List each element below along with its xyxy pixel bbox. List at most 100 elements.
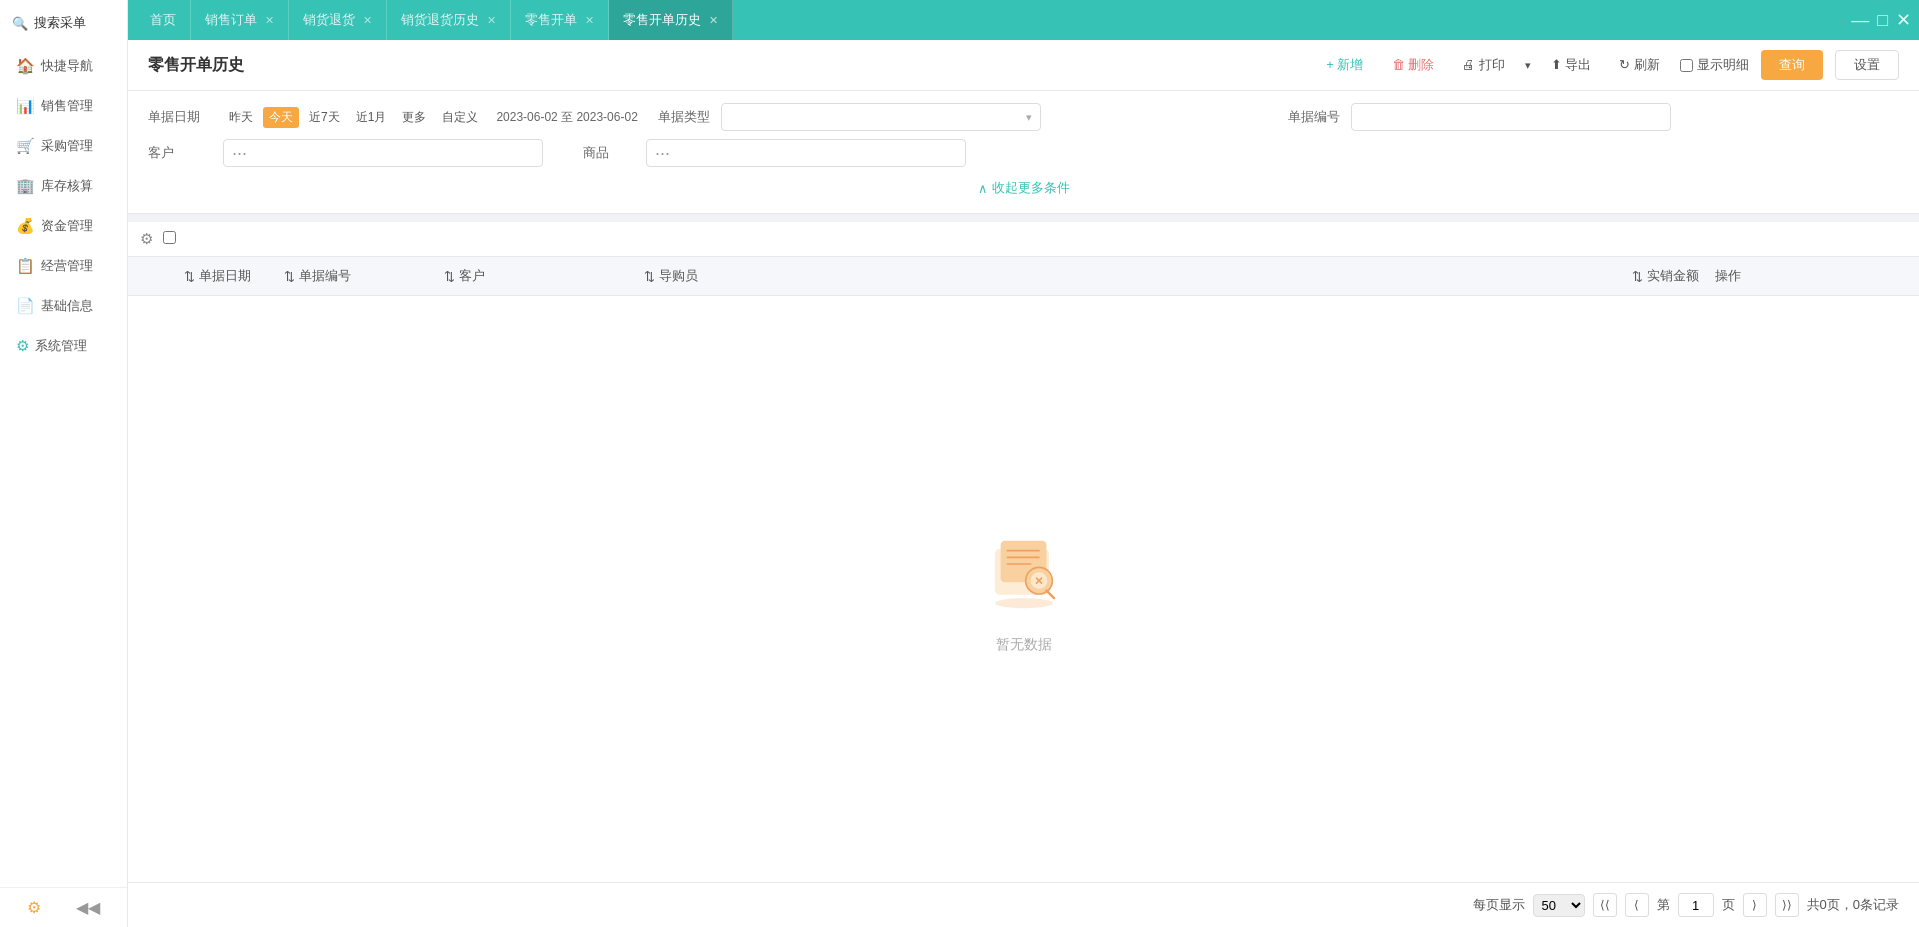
first-page-btn[interactable]: ⟨⟨ (1593, 893, 1617, 917)
collapse-filter-btn[interactable]: ∧ 收起更多条件 (148, 175, 1899, 201)
total-label: 共0页，0条记录 (1807, 896, 1899, 914)
page-label: 第 (1657, 896, 1670, 914)
date-btn-last7[interactable]: 近7天 (303, 107, 346, 128)
operations-icon: 📋 (16, 257, 35, 275)
th-amount[interactable]: ⇅ 实销金额 (796, 257, 1707, 295)
table-header: ⇅ 单据日期 ⇅ 单据编号 ⇅ 客户 ⇅ 导购员 ⇅ 实销金额 (128, 257, 1919, 296)
customer-filter-label: 客户 (148, 144, 203, 162)
tab-retail-open[interactable]: 零售开单 ✕ (511, 0, 609, 40)
empty-text: 暂无数据 (996, 636, 1052, 654)
show-detail-checkbox-label[interactable]: 显示明细 (1680, 56, 1749, 74)
tab-sales-return-close[interactable]: ✕ (363, 14, 372, 27)
sidebar-item-label: 资金管理 (41, 217, 93, 235)
sidebar-search[interactable]: 🔍 搜索采单 (0, 0, 127, 46)
show-detail-checkbox[interactable] (1680, 59, 1693, 72)
checkbox-all[interactable] (163, 230, 176, 248)
last-page-btn[interactable]: ⟩⟩ (1775, 893, 1799, 917)
table-area: ⚙ ⇅ 单据日期 ⇅ 单据编号 ⇅ 客户 (128, 222, 1919, 927)
maximize-button[interactable]: □ (1877, 10, 1888, 31)
sidebar-item-basic-info[interactable]: 📄 基础信息 (4, 287, 123, 325)
tab-retail-open-label: 零售开单 (525, 11, 577, 29)
th-checkbox (140, 257, 176, 295)
settings-bottom-icon[interactable]: ⚙ (27, 898, 41, 917)
per-page-select[interactable]: 50 10 20 100 (1533, 894, 1585, 917)
date-btn-yesterday[interactable]: 昨天 (223, 107, 259, 128)
th-salesperson[interactable]: ⇅ 导购员 (636, 257, 796, 295)
collapse-sidebar-icon[interactable]: ◀◀ (76, 898, 100, 917)
sidebar-item-operations[interactable]: 📋 经营管理 (4, 247, 123, 285)
sort-date-icon: ⇅ (184, 269, 195, 284)
sidebar-item-inventory[interactable]: 🏢 库存核算 (4, 167, 123, 205)
main-content: 首页 销售订单 ✕ 销货退货 ✕ 销货退货历史 ✕ 零售开单 ✕ 零售开单历史 … (128, 0, 1919, 927)
th-date[interactable]: ⇅ 单据日期 (176, 257, 276, 295)
sort-amount-icon: ⇅ (1632, 269, 1643, 284)
empty-state: 暂无数据 (974, 524, 1074, 654)
close-button[interactable]: ✕ (1896, 9, 1911, 31)
sidebar-item-quick-nav[interactable]: 🏠 快捷导航 (4, 47, 123, 85)
setting-button[interactable]: 设置 (1835, 50, 1899, 80)
date-range-display: 2023-06-02 至 2023-06-02 (496, 109, 637, 126)
tab-home[interactable]: 首页 (136, 0, 191, 40)
sidebar-item-system[interactable]: ⚙ 系统管理 (4, 327, 123, 365)
sales-icon: 📊 (16, 97, 35, 115)
pagination: 每页显示 50 10 20 100 ⟨⟨ ⟨ 第 页 ⟩ ⟩⟩ 共0页，0条记录 (128, 882, 1919, 927)
filter-row-1: 单据日期 昨天 今天 近7天 近1月 更多 自定义 2023-06-02 至 2… (148, 103, 1899, 131)
date-btn-today[interactable]: 今天 (263, 107, 299, 128)
collapse-filter-label: 收起更多条件 (992, 179, 1070, 197)
tab-sales-order[interactable]: 销售订单 ✕ (191, 0, 289, 40)
date-btn-custom[interactable]: 自定义 (436, 107, 484, 128)
tab-sales-order-close[interactable]: ✕ (265, 14, 274, 27)
sidebar: 🔍 搜索采单 🏠 快捷导航 📊 销售管理 🛒 采购管理 🏢 库存核算 💰 资金管… (0, 0, 128, 927)
filter-row-2: 客户 ··· 商品 ··· (148, 139, 1899, 167)
select-all-checkbox[interactable] (163, 231, 176, 244)
filter-area: 单据日期 昨天 今天 近7天 近1月 更多 自定义 2023-06-02 至 2… (128, 91, 1919, 214)
sidebar-bottom: ⚙ ◀◀ (0, 887, 127, 927)
query-button[interactable]: 查询 (1761, 50, 1823, 80)
empty-illustration (974, 524, 1074, 624)
add-button[interactable]: + 新增 (1318, 52, 1371, 78)
tab-retail-history-close[interactable]: ✕ (709, 14, 718, 27)
tab-sales-return-history[interactable]: 销货退货历史 ✕ (387, 0, 511, 40)
date-btn-more[interactable]: 更多 (396, 107, 432, 128)
date-btn-last1month[interactable]: 近1月 (350, 107, 393, 128)
delete-button[interactable]: 🗑 删除 (1384, 52, 1443, 78)
sort-number-icon: ⇅ (284, 269, 295, 284)
th-number[interactable]: ⇅ 单据编号 (276, 257, 436, 295)
sidebar-item-sales-mgmt[interactable]: 📊 销售管理 (4, 87, 123, 125)
tab-sales-return-label: 销货退货 (303, 11, 355, 29)
sidebar-item-label: 系统管理 (35, 337, 87, 355)
page-input[interactable] (1678, 893, 1714, 917)
sidebar-item-label: 采购管理 (41, 137, 93, 155)
sidebar-item-finance[interactable]: 💰 资金管理 (4, 207, 123, 245)
export-button[interactable]: ⬆ 导出 (1543, 52, 1600, 78)
basic-info-icon: 📄 (16, 297, 35, 315)
tab-retail-history[interactable]: 零售开单历史 ✕ (609, 0, 733, 40)
tab-retail-open-close[interactable]: ✕ (585, 14, 594, 27)
sidebar-item-label: 快捷导航 (41, 57, 93, 75)
refresh-button[interactable]: ↻ 刷新 (1611, 52, 1668, 78)
tab-sales-return-history-label: 销货退货历史 (401, 11, 479, 29)
goods-filter-select[interactable]: ··· (646, 139, 966, 167)
minimize-button[interactable]: — (1851, 10, 1869, 31)
page-header: 零售开单历史 + 新增 🗑 删除 🖨 打印 ▾ ⬆ 导出 ↻ 刷新 显示明细 查… (128, 40, 1919, 91)
print-dropdown-icon[interactable]: ▾ (1525, 59, 1531, 72)
show-detail-label: 显示明细 (1697, 56, 1749, 74)
type-filter-select[interactable]: ▾ (721, 103, 1041, 131)
goods-dots: ··· (655, 139, 670, 167)
table-settings-icon[interactable]: ⚙ (140, 230, 153, 248)
next-page-btn[interactable]: ⟩ (1743, 893, 1767, 917)
customer-filter-select[interactable]: ··· (223, 139, 543, 167)
filter-date-buttons: 昨天 今天 近7天 近1月 更多 自定义 2023-06-02 至 2023-0… (223, 107, 638, 128)
print-button[interactable]: 🖨 打印 (1454, 52, 1513, 78)
sidebar-item-purchase-mgmt[interactable]: 🛒 采购管理 (4, 127, 123, 165)
per-page-label: 每页显示 (1473, 896, 1525, 914)
customer-dots: ··· (232, 139, 247, 167)
system-icon: ⚙ (16, 337, 29, 355)
number-filter-input[interactable] (1351, 103, 1671, 131)
tab-sales-return-history-close[interactable]: ✕ (487, 14, 496, 27)
sidebar-item-label: 经营管理 (41, 257, 93, 275)
prev-page-btn[interactable]: ⟨ (1625, 893, 1649, 917)
th-customer[interactable]: ⇅ 客户 (436, 257, 636, 295)
type-filter-label: 单据类型 (658, 108, 713, 126)
tab-sales-return[interactable]: 销货退货 ✕ (289, 0, 387, 40)
